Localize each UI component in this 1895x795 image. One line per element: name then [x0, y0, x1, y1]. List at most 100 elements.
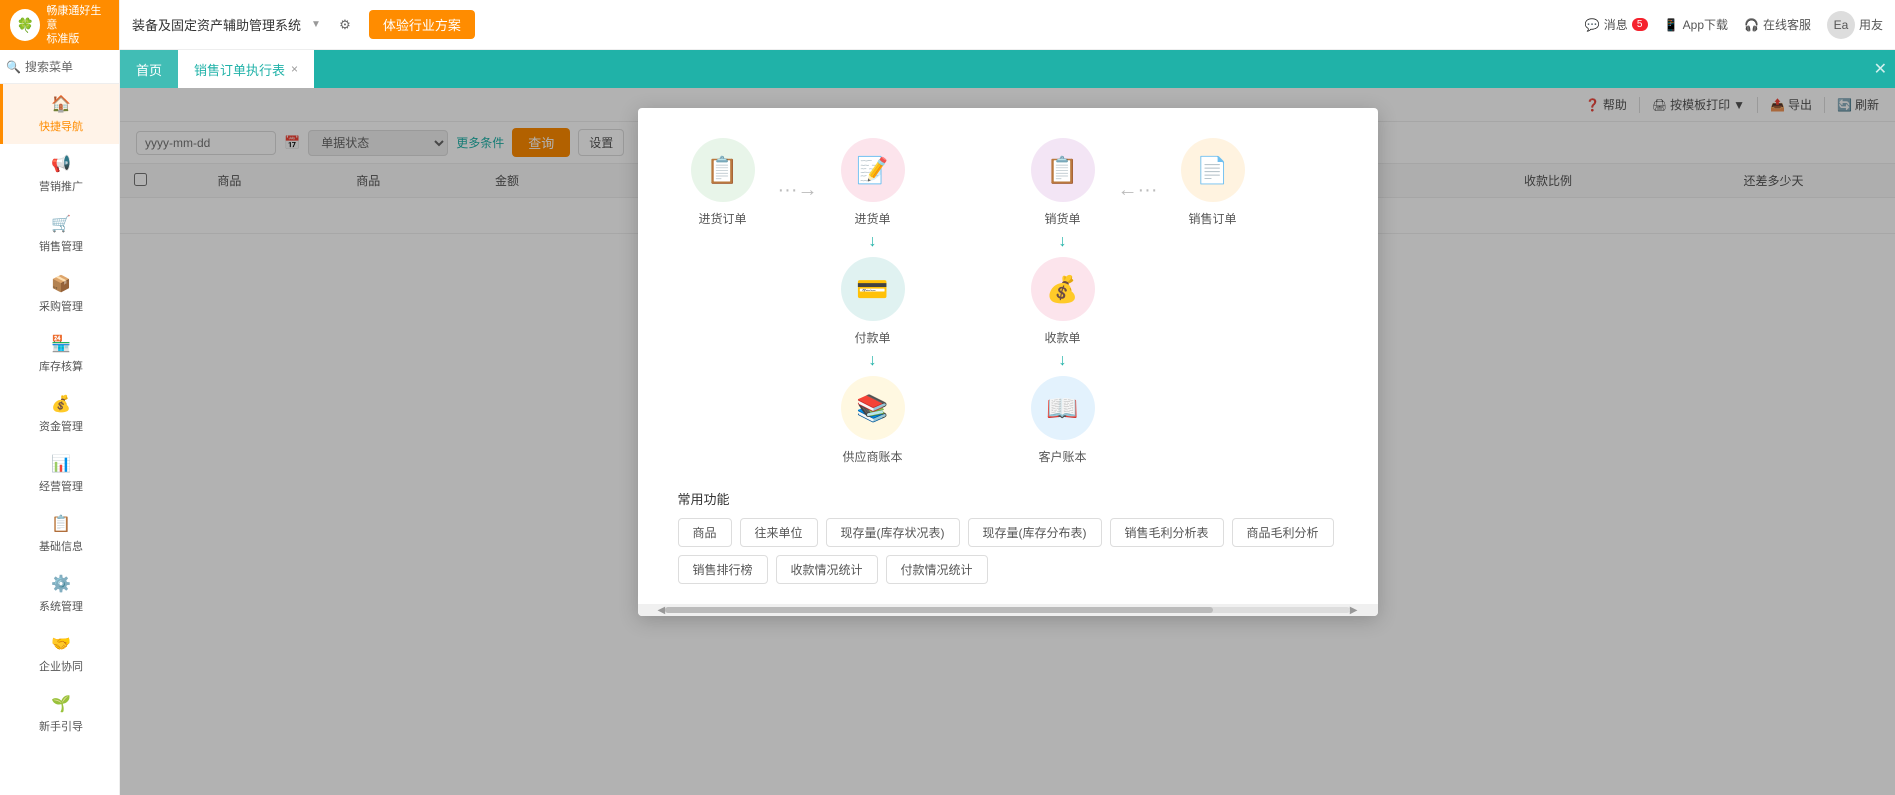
flow-supplier-ledger[interactable]: 📚 供应商账本 — [828, 376, 918, 465]
settings-button[interactable]: ⚙ — [331, 11, 359, 39]
experience-btn[interactable]: 体验行业方案 — [369, 10, 475, 39]
scroll-right-btn[interactable]: ▶ — [1350, 605, 1358, 616]
message-badge: 5 — [1632, 18, 1648, 31]
sales-bill-label: 销货单 — [1044, 210, 1080, 227]
purchase-bill-icon: 📝 — [841, 138, 905, 202]
modal-content: 📋 进货订单 ···→ 📝 进货单 📋 销货单 — [638, 108, 1378, 604]
operation-icon: 📊 — [51, 454, 71, 474]
scrollbar-thumb — [665, 607, 1213, 613]
system-title: 装备及固定资产辅助管理系统 — [132, 15, 301, 34]
avatar-icon: Ea — [1827, 11, 1855, 39]
system-title-dropdown[interactable]: ▼ — [311, 19, 321, 30]
inventory-icon: 🏪 — [51, 334, 71, 354]
purchase-bill-label: 进货单 — [854, 210, 890, 227]
arrow-v-1: ↓ — [828, 233, 918, 251]
logo-icon: 🍀 — [10, 9, 40, 41]
system-icon: ⚙️ — [51, 574, 71, 594]
arrow-h-1: ···→ — [768, 164, 828, 202]
function-buttons: 商品 往来单位 现存量(库存状况表) 现存量(库存分布表) 销售毛利分析表 商品… — [678, 518, 1338, 547]
tab-bar-end: ✕ — [314, 50, 1895, 88]
sidebar-item-quick-nav[interactable]: 🏠 快捷导航 — [0, 84, 119, 144]
func-btn-sales-profit[interactable]: 销售毛利分析表 — [1110, 518, 1224, 547]
home-icon: 🏠 — [51, 94, 71, 114]
func-btn-sales-ranking[interactable]: 销售排行榜 — [678, 555, 768, 584]
search-icon: 🔍 — [6, 60, 21, 74]
receipt-bill-icon: 💰 — [1031, 257, 1095, 321]
modal-overlay[interactable]: 📋 进货订单 ···→ 📝 进货单 📋 销货单 — [120, 88, 1895, 795]
flow-purchase-order[interactable]: 📋 进货订单 — [678, 138, 768, 227]
purchase-order-label: 进货订单 — [698, 210, 746, 227]
flow-payment-bill[interactable]: 💳 付款单 — [828, 257, 918, 346]
sales-icon: 🛒 — [51, 214, 71, 234]
supplier-ledger-label: 供应商账本 — [842, 448, 902, 465]
sidebar-nav: 🏠 快捷导航 📢 营销推广 🛒 销售管理 📦 采购管理 🏪 库存核算 💰 — [0, 84, 119, 795]
sidebar-item-marketing[interactable]: 📢 营销推广 — [0, 144, 119, 204]
sidebar-item-operation[interactable]: 📊 经营管理 — [0, 444, 119, 504]
marketing-icon: 📢 — [51, 154, 71, 174]
sidebar: 🍀 畅康通好生意 标准版 🔍 搜索菜单 🏠 快捷导航 📢 营销推广 🛒 销售管理 — [0, 0, 120, 795]
message-btn[interactable]: 💬 消息 5 — [1585, 16, 1648, 33]
search-menu[interactable]: 🔍 搜索菜单 — [0, 50, 119, 84]
sidebar-item-purchase[interactable]: 📦 采购管理 — [0, 264, 119, 324]
scrollbar-track[interactable] — [665, 607, 1350, 613]
payment-bill-icon: 💳 — [841, 257, 905, 321]
common-functions-title: 常用功能 — [678, 489, 1338, 508]
func-btn-goods[interactable]: 商品 — [678, 518, 732, 547]
tab-bar: 首页 销售订单执行表 × ✕ — [120, 50, 1895, 88]
basic-icon: 📋 — [51, 514, 71, 534]
supplier-ledger-icon: 📚 — [841, 376, 905, 440]
logo-area: 🍀 畅康通好生意 标准版 — [0, 0, 119, 50]
function-buttons-row2: 销售排行榜 收款情况统计 付款情况统计 — [678, 555, 1338, 584]
newbie-icon: 🌱 — [51, 694, 71, 714]
sales-order-icon: 📄 — [1181, 138, 1245, 202]
sales-bill-icon: 📋 — [1031, 138, 1095, 202]
flow-modal: 📋 进货订单 ···→ 📝 进货单 📋 销货单 — [638, 108, 1378, 616]
sidebar-item-inventory[interactable]: 🏪 库存核算 — [0, 324, 119, 384]
sidebar-item-sales[interactable]: 🛒 销售管理 — [0, 204, 119, 264]
func-btn-stock-status[interactable]: 现存量(库存状况表) — [826, 518, 960, 547]
receipt-bill-label: 收款单 — [1044, 329, 1080, 346]
purchase-order-icon: 📋 — [691, 138, 755, 202]
online-service-btn[interactable]: 🎧 在线客服 — [1744, 16, 1811, 33]
logo-text: 畅康通好生意 标准版 — [46, 4, 109, 47]
func-btn-payment-stats[interactable]: 付款情况统计 — [886, 555, 988, 584]
app-download-btn[interactable]: 📱 App下载 — [1664, 16, 1728, 33]
arrow-v-3: ↓ — [828, 352, 918, 370]
close-all-btn[interactable]: ✕ — [1874, 59, 1887, 79]
finance-icon: 💰 — [51, 394, 71, 414]
collab-icon: 🤝 — [51, 634, 71, 654]
scroll-left-btn[interactable]: ◀ — [658, 605, 666, 616]
download-icon: 📱 — [1664, 18, 1679, 32]
customer-ledger-label: 客户账本 — [1038, 448, 1086, 465]
flow-customer-ledger[interactable]: 📖 客户账本 — [1018, 376, 1108, 465]
tab-sales-order-execution[interactable]: 销售订单执行表 × — [178, 50, 314, 88]
func-btn-stock-dist[interactable]: 现存量(库存分布表) — [968, 518, 1102, 547]
arrow-v-4: ↓ — [1018, 352, 1108, 370]
flow-sales-order[interactable]: 📄 销售订单 — [1168, 138, 1258, 227]
modal-scrollbar: ◀ ▶ — [638, 604, 1378, 616]
arrow-h-2: ←··· — [1108, 164, 1168, 202]
user-avatar[interactable]: Ea 用友 — [1827, 11, 1883, 39]
sidebar-item-basic[interactable]: 📋 基础信息 — [0, 504, 119, 564]
common-functions: 常用功能 商品 往来单位 现存量(库存状况表) 现存量(库存分布表) 销售毛利分… — [678, 489, 1338, 584]
tab-close-btn[interactable]: × — [291, 62, 298, 76]
sidebar-item-finance[interactable]: 💰 资金管理 — [0, 384, 119, 444]
flow-purchase-bill[interactable]: 📝 进货单 — [828, 138, 918, 227]
top-bar: 装备及固定资产辅助管理系统 ▼ ⚙ 体验行业方案 💬 消息 5 📱 App下载 … — [120, 0, 1895, 50]
sidebar-item-system[interactable]: ⚙️ 系统管理 — [0, 564, 119, 624]
func-btn-receipt-stats[interactable]: 收款情况统计 — [776, 555, 878, 584]
content-area: ❓ 帮助 🖨 按模板打印 ▼ 📤 导出 🔄 刷新 — [120, 88, 1895, 795]
sidebar-item-newbie[interactable]: 🌱 新手引导 — [0, 684, 119, 744]
func-btn-goods-profit[interactable]: 商品毛利分析 — [1232, 518, 1334, 547]
purchase-icon: 📦 — [51, 274, 71, 294]
sidebar-item-collab[interactable]: 🤝 企业协同 — [0, 624, 119, 684]
flow-sales-bill[interactable]: 📋 销货单 — [1018, 138, 1108, 227]
arrow-v-2: ↓ — [1018, 233, 1108, 251]
main-area: 装备及固定资产辅助管理系统 ▼ ⚙ 体验行业方案 💬 消息 5 📱 App下载 … — [120, 0, 1895, 795]
func-btn-counterpart[interactable]: 往来单位 — [740, 518, 818, 547]
customer-ledger-icon: 📖 — [1031, 376, 1095, 440]
message-icon: 💬 — [1585, 18, 1600, 32]
flow-receipt-bill[interactable]: 💰 收款单 — [1018, 257, 1108, 346]
tab-home[interactable]: 首页 — [120, 50, 178, 88]
top-bar-actions: 💬 消息 5 📱 App下载 🎧 在线客服 Ea 用友 — [1585, 11, 1883, 39]
